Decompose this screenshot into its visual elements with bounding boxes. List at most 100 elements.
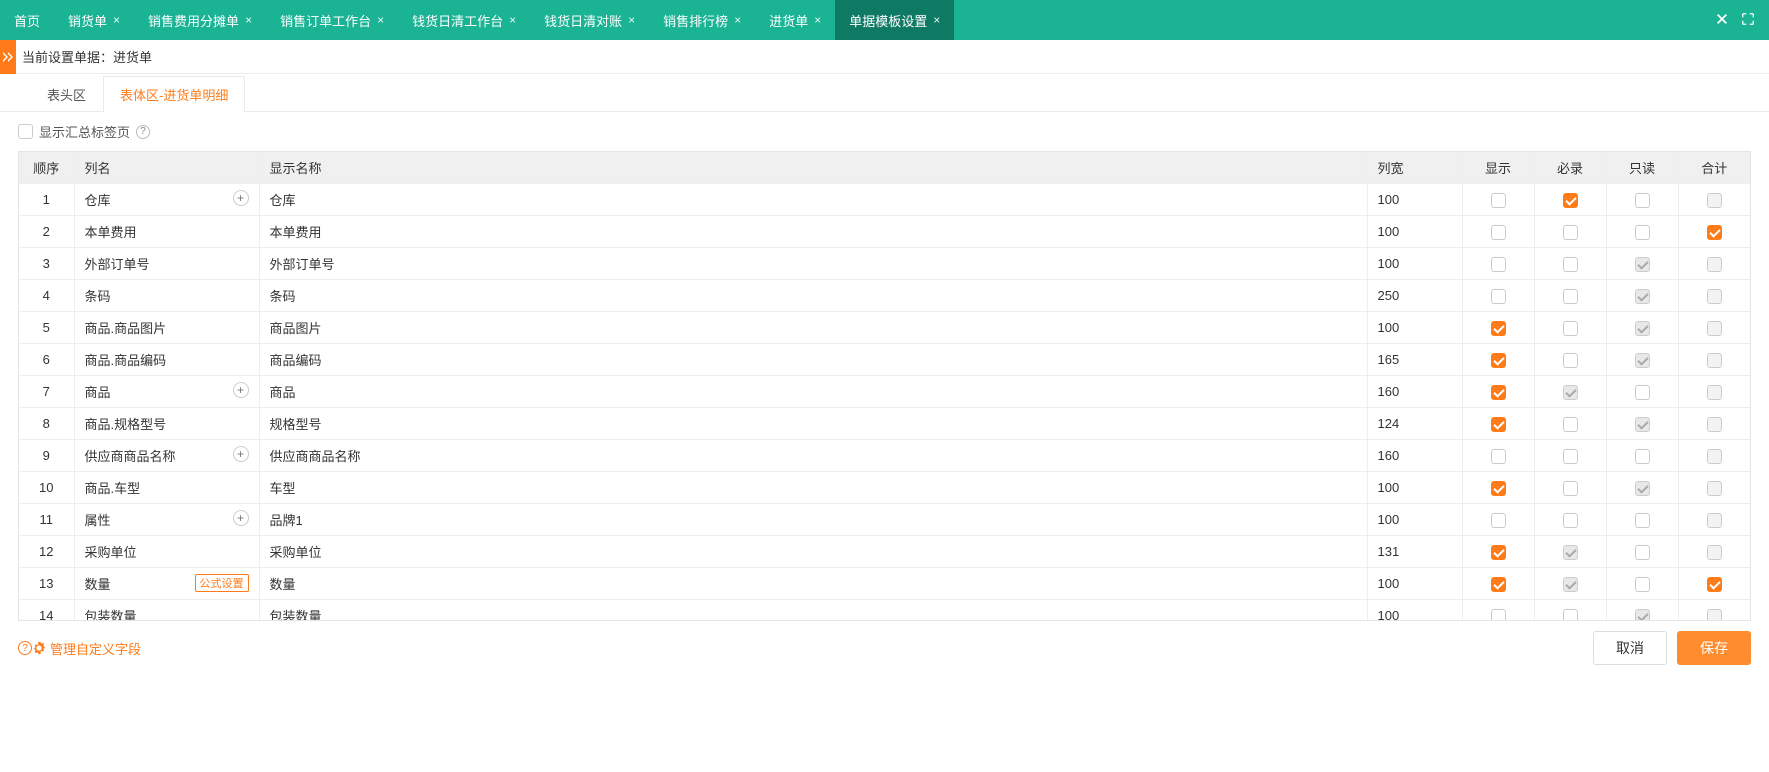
show-checkbox[interactable]	[1491, 193, 1506, 208]
show-checkbox[interactable]	[1491, 353, 1506, 368]
help-icon[interactable]: ?	[18, 641, 32, 655]
cell-width[interactable]: 124	[1367, 408, 1462, 440]
close-icon[interactable]: ×	[113, 13, 120, 27]
top-tab[interactable]: 销售订单工作台×	[266, 0, 398, 40]
table-row[interactable]: 3外部订单号外部订单号100	[19, 248, 1750, 280]
cell-width[interactable]: 100	[1367, 184, 1462, 216]
cell-display-name[interactable]: 仓库	[259, 184, 1367, 216]
ro-checkbox[interactable]	[1635, 385, 1650, 400]
cell-display-name[interactable]: 采购单位	[259, 536, 1367, 568]
close-all-icon[interactable]	[1715, 12, 1729, 29]
top-tab[interactable]: 单据模板设置×	[835, 0, 954, 40]
manage-custom-fields-link[interactable]: 管理自定义字段	[32, 639, 141, 658]
cell-width[interactable]: 165	[1367, 344, 1462, 376]
show-checkbox[interactable]	[1491, 449, 1506, 464]
save-button[interactable]: 保存	[1677, 631, 1751, 665]
table-row[interactable]: 12采购单位采购单位131	[19, 536, 1750, 568]
close-icon[interactable]: ×	[377, 13, 384, 27]
add-icon[interactable]: +	[233, 382, 249, 398]
req-checkbox[interactable]	[1563, 225, 1578, 240]
cell-display-name[interactable]: 商品图片	[259, 312, 1367, 344]
table-row[interactable]: 7商品+商品160	[19, 376, 1750, 408]
req-checkbox[interactable]	[1563, 481, 1578, 496]
req-checkbox[interactable]	[1563, 449, 1578, 464]
close-icon[interactable]: ×	[814, 13, 821, 27]
cell-display-name[interactable]: 商品	[259, 376, 1367, 408]
close-icon[interactable]: ×	[734, 13, 741, 27]
top-tab[interactable]: 销售排行榜×	[649, 0, 755, 40]
table-row[interactable]: 13数量公式设置数量100	[19, 568, 1750, 600]
show-checkbox[interactable]	[1491, 289, 1506, 304]
req-checkbox[interactable]	[1563, 193, 1578, 208]
cell-display-name[interactable]: 规格型号	[259, 408, 1367, 440]
cell-display-name[interactable]: 外部订单号	[259, 248, 1367, 280]
ro-checkbox[interactable]	[1635, 545, 1650, 560]
cell-width[interactable]: 100	[1367, 312, 1462, 344]
table-row[interactable]: 4条码条码250	[19, 280, 1750, 312]
req-checkbox[interactable]	[1563, 321, 1578, 336]
show-checkbox[interactable]	[1491, 257, 1506, 272]
add-icon[interactable]: +	[233, 190, 249, 206]
top-tab[interactable]: 销售费用分摊单×	[134, 0, 266, 40]
ro-checkbox[interactable]	[1635, 225, 1650, 240]
fullscreen-icon[interactable]	[1741, 12, 1755, 29]
show-checkbox[interactable]	[1491, 513, 1506, 528]
req-checkbox[interactable]	[1563, 257, 1578, 272]
cell-width[interactable]: 100	[1367, 600, 1462, 622]
add-icon[interactable]: +	[233, 510, 249, 526]
show-checkbox[interactable]	[1491, 481, 1506, 496]
cell-width[interactable]: 100	[1367, 504, 1462, 536]
cell-width[interactable]: 131	[1367, 536, 1462, 568]
cell-width[interactable]: 160	[1367, 376, 1462, 408]
ro-checkbox[interactable]	[1635, 449, 1650, 464]
cell-width[interactable]: 100	[1367, 568, 1462, 600]
show-checkbox[interactable]	[1491, 545, 1506, 560]
ro-checkbox[interactable]	[1635, 513, 1650, 528]
cell-width[interactable]: 100	[1367, 248, 1462, 280]
add-icon[interactable]: +	[233, 446, 249, 462]
top-tab[interactable]: 进货单×	[755, 0, 835, 40]
close-icon[interactable]: ×	[509, 13, 516, 27]
sub-tab[interactable]: 表体区-进货单明细	[103, 76, 245, 112]
req-checkbox[interactable]	[1563, 417, 1578, 432]
collapse-icon[interactable]	[0, 40, 16, 74]
table-row[interactable]: 11属性+品牌1100	[19, 504, 1750, 536]
req-checkbox[interactable]	[1563, 289, 1578, 304]
sum-checkbox[interactable]	[1707, 225, 1722, 240]
formula-tag[interactable]: 公式设置	[195, 574, 249, 592]
cell-width[interactable]: 100	[1367, 216, 1462, 248]
cancel-button[interactable]: 取消	[1593, 631, 1667, 665]
cell-width[interactable]: 160	[1367, 440, 1462, 472]
req-checkbox[interactable]	[1563, 609, 1578, 621]
top-tab[interactable]: 钱货日清对账×	[530, 0, 649, 40]
sub-tab[interactable]: 表头区	[30, 76, 103, 112]
show-checkbox[interactable]	[1491, 577, 1506, 592]
ro-checkbox[interactable]	[1635, 193, 1650, 208]
cell-display-name[interactable]: 车型	[259, 472, 1367, 504]
table-row[interactable]: 2本单费用本单费用100	[19, 216, 1750, 248]
top-tab[interactable]: 首页	[0, 0, 54, 40]
req-checkbox[interactable]	[1563, 513, 1578, 528]
help-icon[interactable]: ?	[136, 125, 150, 139]
table-row[interactable]: 10商品.车型车型100	[19, 472, 1750, 504]
cell-display-name[interactable]: 数量	[259, 568, 1367, 600]
table-row[interactable]: 8商品.规格型号规格型号124	[19, 408, 1750, 440]
table-row[interactable]: 9供应商商品名称+供应商商品名称160	[19, 440, 1750, 472]
cell-display-name[interactable]: 商品编码	[259, 344, 1367, 376]
close-icon[interactable]: ×	[933, 13, 940, 27]
cell-width[interactable]: 250	[1367, 280, 1462, 312]
show-checkbox[interactable]	[1491, 417, 1506, 432]
close-icon[interactable]: ×	[245, 13, 252, 27]
show-checkbox[interactable]	[1491, 321, 1506, 336]
show-checkbox[interactable]	[1491, 385, 1506, 400]
top-tab[interactable]: 钱货日清工作台×	[398, 0, 530, 40]
cell-display-name[interactable]: 品牌1	[259, 504, 1367, 536]
summary-tab-checkbox[interactable]	[18, 124, 33, 139]
close-icon[interactable]: ×	[628, 13, 635, 27]
cell-display-name[interactable]: 条码	[259, 280, 1367, 312]
req-checkbox[interactable]	[1563, 353, 1578, 368]
cell-width[interactable]: 100	[1367, 472, 1462, 504]
sum-checkbox[interactable]	[1707, 577, 1722, 592]
table-row[interactable]: 6商品.商品编码商品编码165	[19, 344, 1750, 376]
cell-display-name[interactable]: 供应商商品名称	[259, 440, 1367, 472]
